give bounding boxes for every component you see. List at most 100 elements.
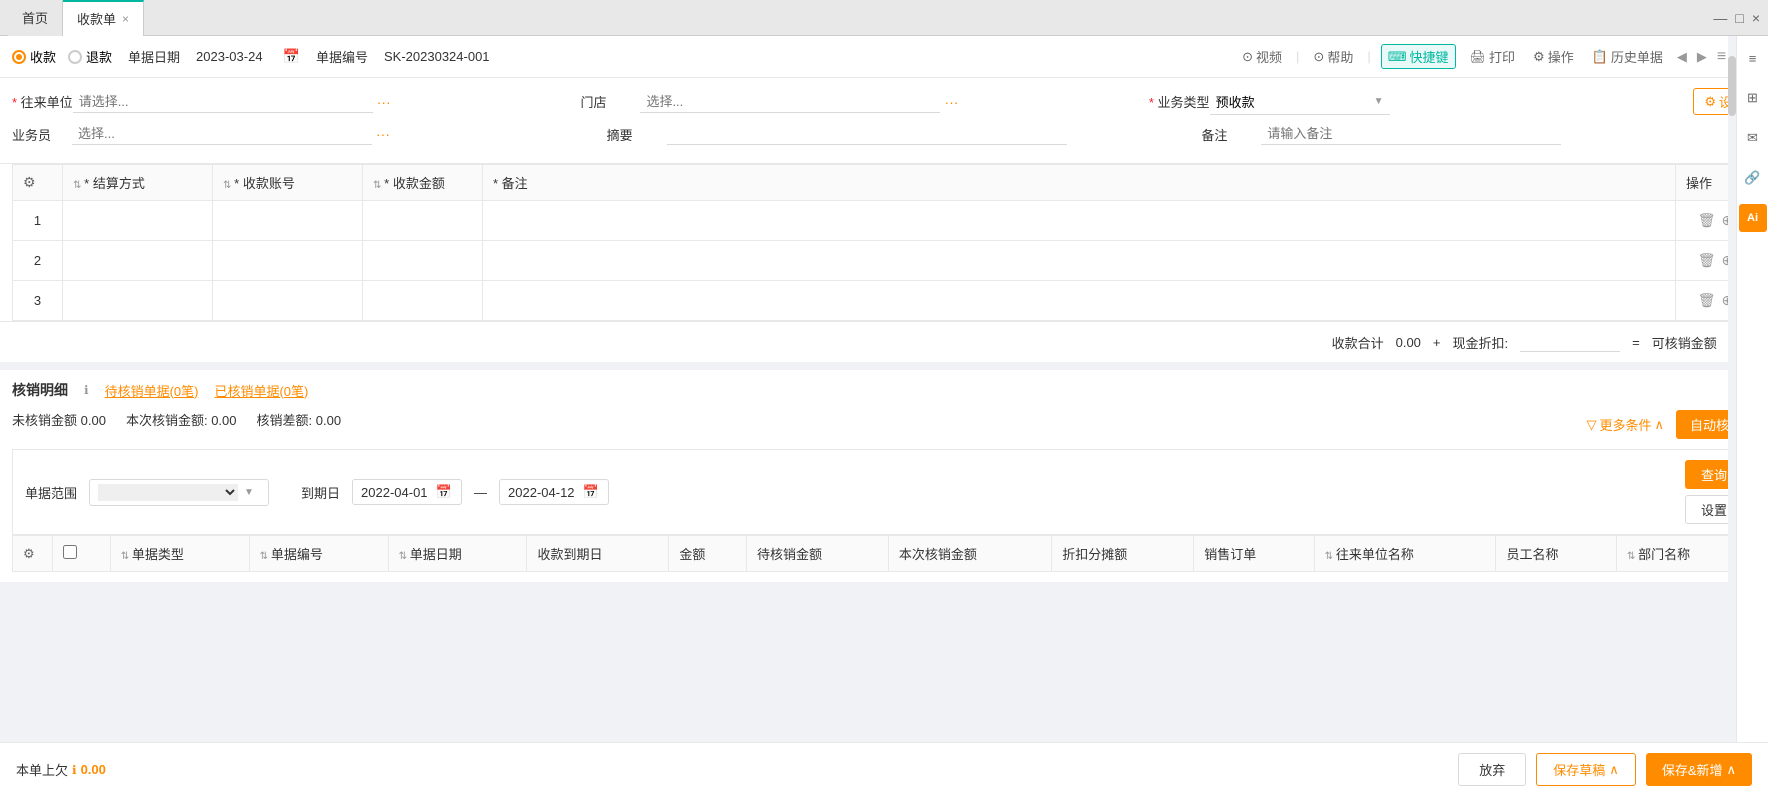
receipt-type-2[interactable]: 退款 bbox=[68, 47, 112, 66]
store-ellipsis[interactable]: ··· bbox=[944, 94, 958, 110]
net-amount-label: 可核销金额 bbox=[1652, 333, 1717, 352]
col-header-amount: ⇅ * 收款金额 bbox=[363, 165, 483, 201]
receipt-type-1[interactable]: 收款 bbox=[12, 47, 56, 66]
operation-btn[interactable]: ⚙ 操作 bbox=[1529, 45, 1578, 68]
col-checkbox-select bbox=[53, 536, 111, 572]
notes-field: 备注 bbox=[1201, 123, 1756, 145]
select-all-checkbox[interactable] bbox=[63, 545, 77, 559]
more-conditions-btn[interactable]: ▽ 更多条件 ∧ bbox=[1586, 415, 1664, 434]
range-label: 单据范围 bbox=[25, 483, 77, 502]
nav-prev-icon[interactable]: ◀ bbox=[1677, 49, 1687, 65]
table-gear-icon-2[interactable]: ⚙ bbox=[23, 546, 35, 561]
salesperson-ellipsis[interactable]: ··· bbox=[376, 126, 390, 142]
nav-next-icon[interactable]: ▶ bbox=[1697, 49, 1707, 65]
row-2-delete-icon[interactable]: 🗑 bbox=[1698, 252, 1716, 269]
history-label: 历史单据 bbox=[1611, 47, 1663, 66]
discount-label: 现金折扣: bbox=[1453, 333, 1509, 352]
writeoff-info-icon[interactable]: ℹ bbox=[84, 383, 89, 397]
history-btn[interactable]: 📋 历史单据 bbox=[1588, 45, 1667, 68]
row-3-amount[interactable] bbox=[363, 281, 483, 321]
end-date-calendar-icon[interactable]: 📅 bbox=[583, 484, 599, 500]
tab-home[interactable]: 首页 bbox=[8, 0, 63, 36]
calendar-icon[interactable]: 📅 bbox=[283, 48, 300, 65]
range-select-wrapper[interactable]: ▼ bbox=[89, 479, 269, 506]
row-1-amount[interactable] bbox=[363, 201, 483, 241]
start-date-value: 2022-04-01 bbox=[361, 485, 428, 500]
help-btn[interactable]: ⊙ 帮助 bbox=[1309, 45, 1357, 68]
sidebar-icon-3-glyph: ✉ bbox=[1747, 130, 1758, 146]
summary-input[interactable] bbox=[667, 123, 1067, 145]
sidebar-icon-2-glyph: ⊞ bbox=[1747, 90, 1758, 106]
end-date-picker[interactable]: 2022-04-12 📅 bbox=[499, 479, 609, 505]
sort-icon-settle: ⇅ bbox=[73, 180, 84, 191]
row-2-no: 2 bbox=[13, 241, 63, 281]
row-1-delete-icon[interactable]: 🗑 bbox=[1698, 212, 1716, 229]
col-checkbox: ⚙ bbox=[13, 536, 53, 572]
row-1-account[interactable] bbox=[213, 201, 363, 241]
counterparty-ellipsis[interactable]: ··· bbox=[377, 94, 391, 110]
shortcut-btn[interactable]: ⌨ 快捷键 bbox=[1381, 44, 1456, 69]
start-date-calendar-icon[interactable]: 📅 bbox=[436, 484, 452, 500]
row-3-no: 3 bbox=[13, 281, 63, 321]
footer-info-icon[interactable]: ℹ bbox=[72, 763, 77, 777]
window-close-icon[interactable]: × bbox=[1752, 10, 1760, 26]
notes-input[interactable] bbox=[1261, 123, 1561, 145]
footer-info: 本单上欠 ℹ 0.00 bbox=[16, 760, 106, 779]
store-input[interactable] bbox=[640, 91, 940, 113]
sidebar-icon-5[interactable]: Ai bbox=[1739, 204, 1767, 232]
abandon-button[interactable]: 放弃 bbox=[1458, 753, 1526, 786]
col-pending-amount: 待核销金额 bbox=[746, 536, 888, 572]
sidebar-icon-1[interactable]: ≡ bbox=[1739, 44, 1767, 72]
row-2-settle[interactable] bbox=[63, 241, 213, 281]
tab-collection[interactable]: 收款单 × bbox=[63, 0, 144, 36]
top-toolbar: 收款 退款 单据日期 2023-03-24 📅 单据编号 SK-20230324… bbox=[0, 36, 1768, 78]
row-3-delete-icon[interactable]: 🗑 bbox=[1698, 292, 1716, 309]
tab-close-icon[interactable]: × bbox=[122, 12, 129, 26]
business-type-field: 业务类型 预收款 ▼ bbox=[1149, 89, 1677, 115]
receipt-type-1-label: 收款 bbox=[30, 47, 56, 66]
row-3-remark[interactable] bbox=[483, 281, 1676, 321]
sidebar-icon-3[interactable]: ✉ bbox=[1739, 124, 1767, 152]
save-new-button[interactable]: 保存&新增 ∧ bbox=[1646, 753, 1752, 786]
row-2-account[interactable] bbox=[213, 241, 363, 281]
row-2-amount[interactable] bbox=[363, 241, 483, 281]
row-3-settle[interactable] bbox=[63, 281, 213, 321]
video-btn[interactable]: ⊙ 视频 bbox=[1238, 45, 1286, 68]
diff-value: 0.00 bbox=[316, 413, 341, 428]
print-btn[interactable]: 🖨 打印 bbox=[1466, 45, 1520, 68]
row-3-account[interactable] bbox=[213, 281, 363, 321]
discount-input[interactable] bbox=[1520, 332, 1620, 352]
window-restore-icon[interactable]: □ bbox=[1735, 10, 1743, 26]
range-select[interactable] bbox=[98, 484, 238, 501]
tab-home-label: 首页 bbox=[22, 8, 48, 27]
sort-icon-counterparty: ⇅ bbox=[1325, 551, 1336, 562]
business-type-select[interactable]: 预收款 ▼ bbox=[1210, 89, 1390, 115]
table-gear-icon[interactable]: ⚙ bbox=[23, 174, 36, 190]
receipt-type-2-label: 退款 bbox=[86, 47, 112, 66]
col-account-label: * 收款账号 bbox=[234, 176, 295, 191]
operation-label: 操作 bbox=[1548, 47, 1574, 66]
scrollbar-area[interactable] bbox=[1728, 36, 1736, 796]
pending-tab-link[interactable]: 待核销单据(0笔) bbox=[105, 381, 199, 400]
window-minimize-icon[interactable]: — bbox=[1713, 10, 1727, 26]
sidebar-icon-2[interactable]: ⊞ bbox=[1739, 84, 1767, 112]
date-value: 2023-03-24 bbox=[196, 49, 263, 64]
row-2-remark[interactable] bbox=[483, 241, 1676, 281]
scrollbar-thumb[interactable] bbox=[1728, 56, 1736, 116]
row-1-remark[interactable] bbox=[483, 201, 1676, 241]
col-header-settings[interactable]: ⚙ bbox=[13, 165, 63, 201]
tab-bar: 首页 收款单 × — □ × bbox=[0, 0, 1768, 36]
row-1-settle[interactable] bbox=[63, 201, 213, 241]
done-tab-link[interactable]: 已核销单据(0笔) bbox=[214, 381, 308, 400]
save-draft-button[interactable]: 保存草稿 ∧ bbox=[1536, 753, 1636, 786]
sidebar-icon-4[interactable]: 🔗 bbox=[1739, 164, 1767, 192]
salesperson-input[interactable] bbox=[72, 123, 372, 145]
col-counterparty-name-label: 往来单位名称 bbox=[1336, 547, 1414, 562]
start-date-picker[interactable]: 2022-04-01 📅 bbox=[352, 479, 462, 505]
footer-actions: 放弃 保存草稿 ∧ 保存&新增 ∧ bbox=[1458, 753, 1752, 786]
col-sales-order-label: 销售订单 bbox=[1204, 547, 1256, 562]
col-doc-type: ⇅ 单据类型 bbox=[110, 536, 249, 572]
counterparty-input[interactable] bbox=[73, 91, 373, 113]
view-list-icon[interactable]: ≡ bbox=[1717, 48, 1726, 66]
business-type-arrow: ▼ bbox=[1374, 96, 1384, 107]
